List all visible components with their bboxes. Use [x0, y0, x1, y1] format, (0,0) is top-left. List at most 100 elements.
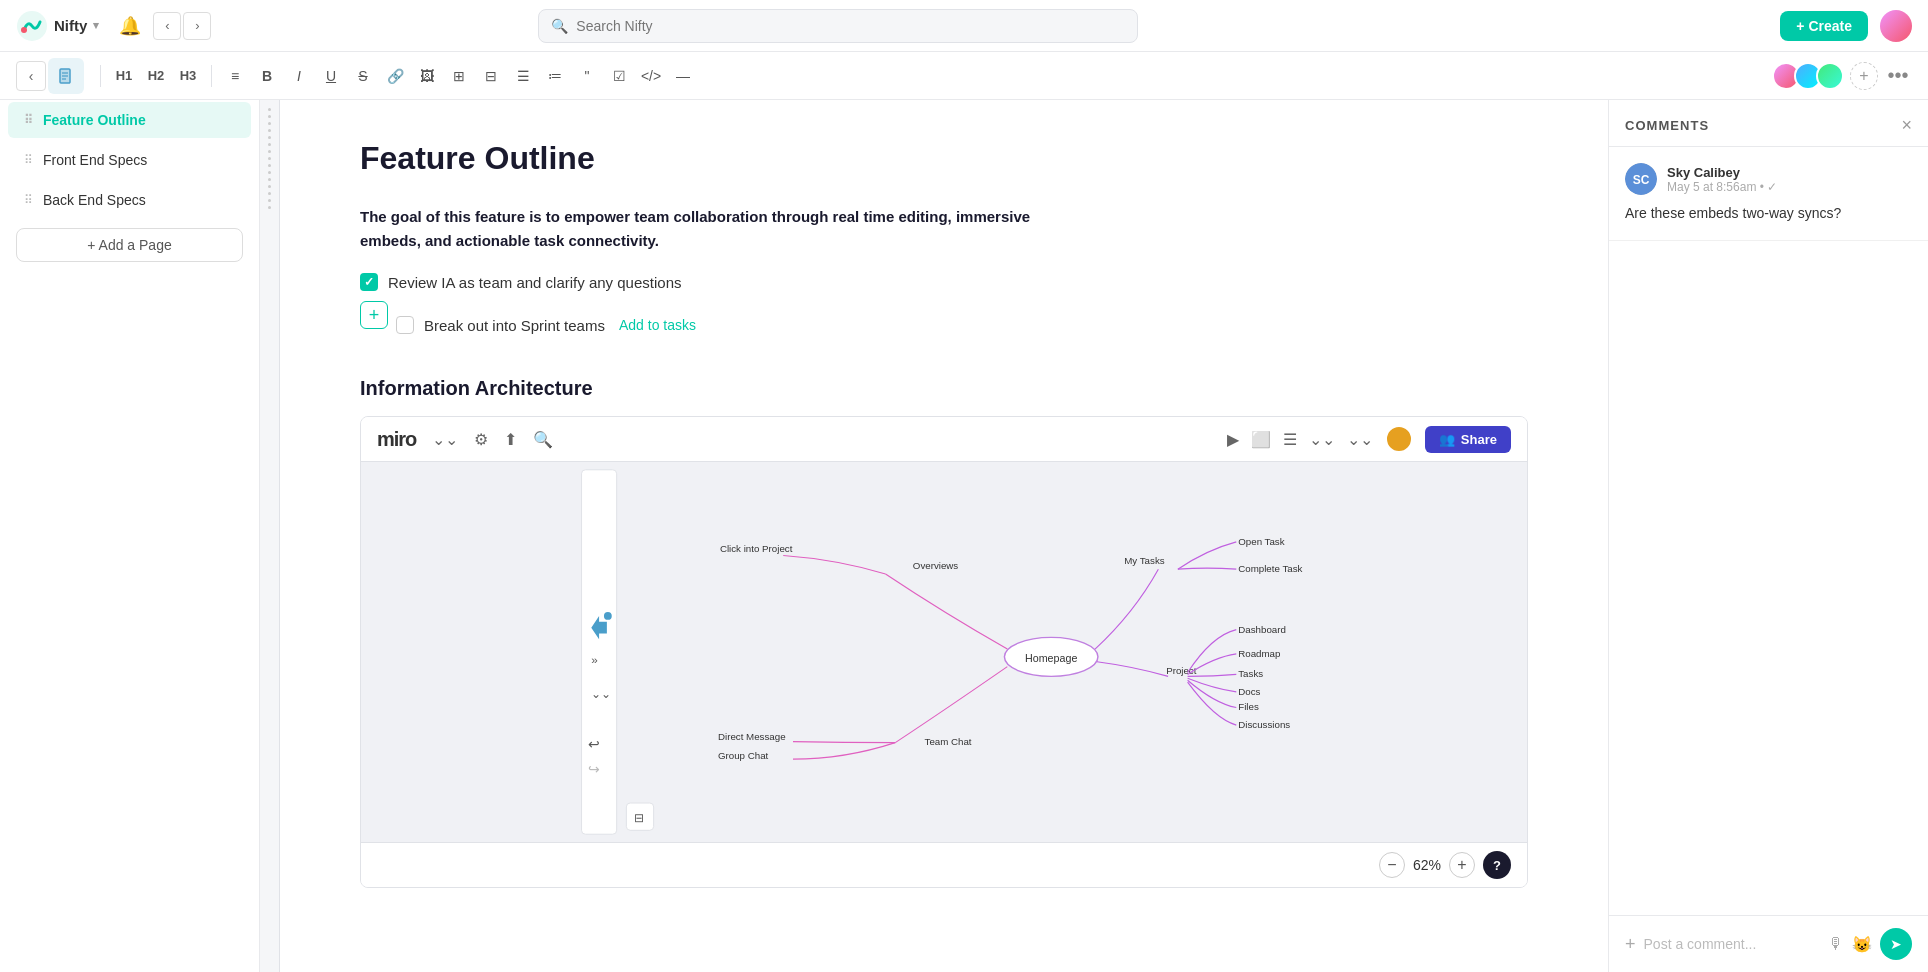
user-avatar[interactable] [1880, 10, 1912, 42]
send-comment-btn[interactable]: ➤ [1880, 928, 1912, 960]
forward-arrow-btn[interactable]: › [183, 12, 211, 40]
ruler-dot [268, 150, 271, 153]
more-options-button[interactable]: ••• [1884, 62, 1912, 90]
editor-area[interactable]: Feature Outline The goal of this feature… [280, 100, 1608, 972]
top-navigation: Nifty ▾ 🔔 ‹ › 🔍 + Create [0, 0, 1928, 52]
ruler-dot [268, 206, 271, 209]
add-to-tasks-link[interactable]: Add to tasks [619, 317, 696, 333]
comment-user-info: Sky Calibey May 5 at 8:56am • ✓ [1667, 165, 1912, 194]
miro-user-avatar [1385, 425, 1413, 453]
align-button[interactable]: ≡ [220, 61, 250, 91]
italic-button[interactable]: I [284, 61, 314, 91]
comment-add-icon[interactable]: + [1625, 934, 1636, 955]
comments-input-area: + 🎙 😺 ➤ [1609, 915, 1928, 972]
comment-header: SC Sky Calibey May 5 at 8:56am • ✓ [1625, 163, 1912, 195]
zoom-in-btn[interactable]: + [1449, 852, 1475, 878]
table-button[interactable]: ⊟ [476, 61, 506, 91]
image-button[interactable]: 🖼 [412, 61, 442, 91]
ruler-dot [268, 136, 271, 139]
sidebar-item-front-end-specs[interactable]: ⠿ Front End Specs [8, 142, 251, 178]
miro-options-btn[interactable]: ⌄⌄ [1347, 430, 1373, 449]
editor-lead-text: The goal of this feature is to empower t… [360, 205, 1040, 253]
h2-button[interactable]: H2 [141, 61, 171, 91]
bold-button[interactable]: B [252, 61, 282, 91]
miro-share-btn[interactable]: 👥 Share [1425, 426, 1511, 453]
checklist-item-1: Review IA as team and clarify any questi… [360, 273, 1528, 291]
comment-text: Are these embeds two-way syncs? [1625, 203, 1912, 224]
svg-text:Team Chat: Team Chat [925, 736, 972, 747]
checkbox-checked[interactable] [360, 273, 378, 291]
svg-text:↩: ↩ [588, 737, 600, 752]
comments-panel: COMMENTS × SC Sky Calibey May 5 at 8:56a… [1608, 100, 1928, 972]
app-logo[interactable]: Nifty ▾ [16, 10, 99, 42]
section-title: Information Architecture [360, 377, 1528, 400]
code-button[interactable]: </> [636, 61, 666, 91]
sidebar-item-feature-outline[interactable]: ⠿ Feature Outline [8, 102, 251, 138]
add-page-button[interactable]: + Add a Page [16, 228, 243, 262]
ruler-dot [268, 178, 271, 181]
main-layout: ⠿ Feature Outline ⠿ Front End Specs ⠿ Ba… [0, 100, 1928, 972]
search-input[interactable] [576, 18, 1125, 34]
miro-expand-btn[interactable]: ▶ [1227, 430, 1239, 449]
h1-button[interactable]: H1 [109, 61, 139, 91]
add-block-button[interactable]: + [360, 301, 388, 329]
ruler-dot [268, 143, 271, 146]
back-arrow-btn[interactable]: ‹ [153, 12, 181, 40]
ruler-dot [268, 185, 271, 188]
checkbox-unchecked[interactable] [396, 316, 414, 334]
add-collaborator-button[interactable]: + [1850, 62, 1878, 90]
comment-input[interactable] [1644, 936, 1820, 952]
gallery-button[interactable]: ⊞ [444, 61, 474, 91]
svg-text:Complete Task: Complete Task [1238, 563, 1302, 574]
ordered-list-button[interactable]: ≔ [540, 61, 570, 91]
svg-text:SC: SC [1633, 173, 1650, 187]
nav-arrows: ‹ › [153, 12, 211, 40]
zoom-out-btn[interactable]: − [1379, 852, 1405, 878]
commenter-name: Sky Calibey [1667, 165, 1912, 180]
miro-canvas[interactable]: » ⌄⌄ ↩ ↪ ⊟ Homepage [361, 462, 1527, 842]
quote-button[interactable]: " [572, 61, 602, 91]
svg-point-10 [604, 612, 612, 620]
ruler-dot [268, 164, 271, 167]
miro-present-btn[interactable]: ⬜ [1251, 430, 1271, 449]
svg-text:My Tasks: My Tasks [1124, 555, 1165, 566]
miro-search-btn[interactable]: 🔍 [533, 430, 553, 449]
svg-text:Overviews: Overviews [913, 560, 959, 571]
miro-embed: miro ⌄⌄ ⚙ ⬆ 🔍 ▶ ⬜ ☰ ⌄⌄ ⌄⌄ 👥 Share [360, 416, 1528, 888]
help-btn[interactable]: ? [1483, 851, 1511, 879]
toolbar-back-btn[interactable]: ‹ [16, 61, 46, 91]
minus-button[interactable]: — [668, 61, 698, 91]
mic-btn[interactable]: 🎙 [1828, 935, 1844, 953]
underline-button[interactable]: U [316, 61, 346, 91]
miro-toolbar-right: ▶ ⬜ ☰ ⌄⌄ ⌄⌄ 👥 Share [1227, 425, 1511, 453]
svg-text:Open Task: Open Task [1238, 536, 1284, 547]
ruler-dot [268, 108, 271, 111]
app-caret: ▾ [93, 19, 99, 32]
miro-list-btn[interactable]: ☰ [1283, 430, 1297, 449]
left-ruler [260, 100, 280, 972]
miro-share-upload-btn[interactable]: ⬆ [504, 430, 517, 449]
sidebar-item-back-end-specs[interactable]: ⠿ Back End Specs [8, 182, 251, 218]
drag-handle: ⠿ [24, 153, 33, 167]
emoji-btn[interactable]: 😺 [1852, 935, 1872, 954]
search-icon: 🔍 [551, 18, 568, 34]
svg-text:⌄⌄: ⌄⌄ [591, 687, 611, 700]
checkbox-button[interactable]: ☑ [604, 61, 634, 91]
miro-more-btn[interactable]: ⌄⌄ [1309, 430, 1335, 449]
drag-handle: ⠿ [24, 113, 33, 127]
list-button[interactable]: ☰ [508, 61, 538, 91]
notification-bell[interactable]: 🔔 [119, 15, 141, 37]
comment-item: SC Sky Calibey May 5 at 8:56am • ✓ Are t… [1609, 147, 1928, 241]
create-button[interactable]: + Create [1780, 11, 1868, 41]
svg-text:Docs: Docs [1238, 686, 1260, 697]
h3-button[interactable]: H3 [173, 61, 203, 91]
miro-collapse-btn[interactable]: ⌄⌄ [432, 430, 458, 449]
strikethrough-button[interactable]: S [348, 61, 378, 91]
miro-settings-btn[interactable]: ⚙ [474, 430, 488, 449]
ruler-dot [268, 171, 271, 174]
doc-icon-group[interactable] [48, 58, 84, 94]
miro-logo: miro [377, 428, 416, 451]
comments-close-btn[interactable]: × [1901, 116, 1912, 134]
collaborator-avatars [1772, 62, 1844, 90]
link-button[interactable]: 🔗 [380, 61, 410, 91]
